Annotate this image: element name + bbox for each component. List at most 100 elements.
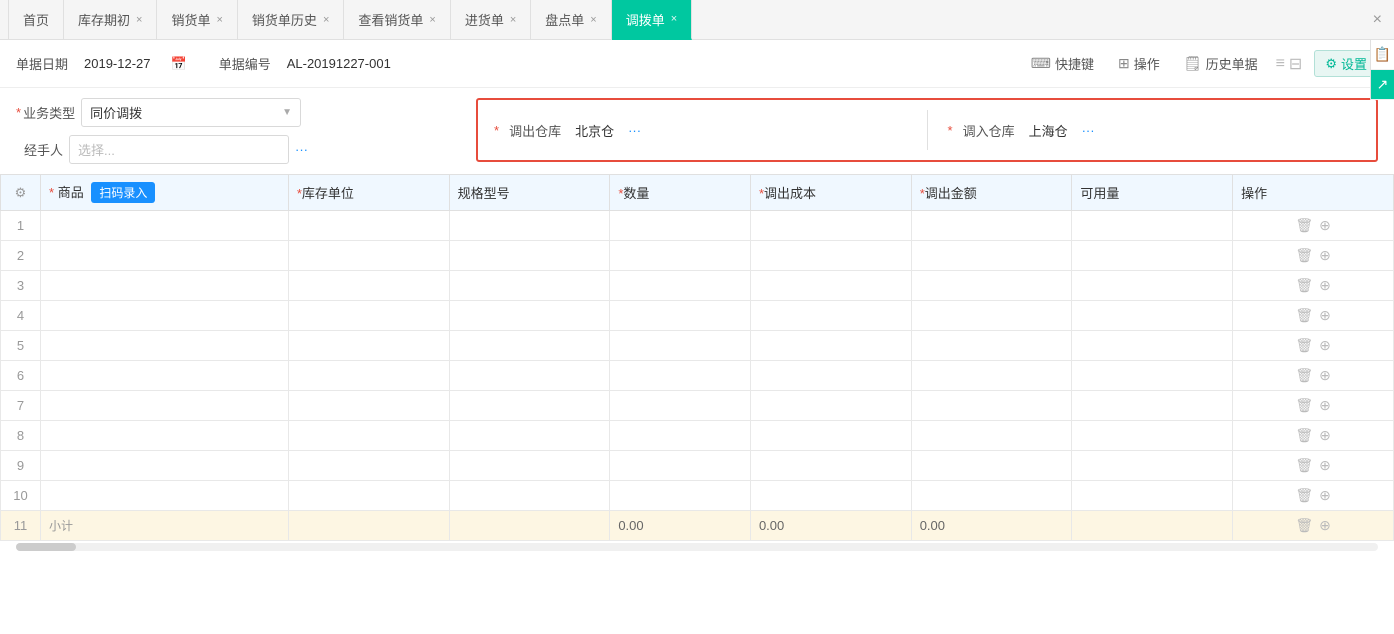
qty-cell-1[interactable]	[610, 211, 751, 241]
qty-cell-9[interactable]	[610, 451, 751, 481]
delete-row-icon[interactable]: 🗑	[1295, 217, 1313, 234]
amount-cell-7[interactable]	[911, 391, 1072, 421]
tab-sales-history[interactable]: 销货单历史 ×	[238, 0, 344, 40]
sidebar-expand-icon[interactable]: ↗	[1371, 70, 1394, 100]
unit-cell-10[interactable]	[288, 481, 449, 511]
delete-row-icon[interactable]: 🗑	[1295, 307, 1313, 324]
amount-cell-8[interactable]	[911, 421, 1072, 451]
qty-cell-8[interactable]	[610, 421, 751, 451]
transfer-in-value[interactable]: 上海仓	[1029, 121, 1068, 140]
amount-cell-6[interactable]	[911, 361, 1072, 391]
product-cell-5[interactable]	[41, 331, 289, 361]
person-more-button[interactable]: ···	[295, 142, 308, 157]
delete-row-icon[interactable]: 🗑	[1295, 457, 1313, 474]
tab-transfer[interactable]: 调拨单 ×	[612, 0, 692, 40]
tab-view-sales[interactable]: 查看销货单 ×	[344, 0, 450, 40]
product-cell-6[interactable]	[41, 361, 289, 391]
unit-cell-6[interactable]	[288, 361, 449, 391]
close-icon[interactable]: ×	[136, 14, 142, 26]
tab-inventory-init[interactable]: 库存期初 ×	[64, 0, 157, 40]
spec-cell-3[interactable]	[449, 271, 610, 301]
product-cell-10[interactable]	[41, 481, 289, 511]
delete-row-icon[interactable]: 🗑	[1295, 367, 1313, 384]
cost-cell-5[interactable]	[750, 331, 911, 361]
spec-cell-4[interactable]	[449, 301, 610, 331]
spec-cell-10[interactable]	[449, 481, 610, 511]
qty-cell-6[interactable]	[610, 361, 751, 391]
unit-cell-2[interactable]	[288, 241, 449, 271]
qty-cell-3[interactable]	[610, 271, 751, 301]
cost-cell-3[interactable]	[750, 271, 911, 301]
tab-sales-order[interactable]: 销货单 ×	[157, 0, 237, 40]
product-cell-9[interactable]	[41, 451, 289, 481]
add-row-icon[interactable]: ⊕	[1319, 277, 1331, 294]
layout-icon-1[interactable]: ≡	[1276, 55, 1285, 73]
unit-cell-1[interactable]	[288, 211, 449, 241]
add-row-icon[interactable]: ⊕	[1319, 367, 1331, 384]
product-cell-8[interactable]	[41, 421, 289, 451]
history-button[interactable]: 🗒 历史单据	[1178, 52, 1264, 75]
cost-cell-8[interactable]	[750, 421, 911, 451]
product-cell-4[interactable]	[41, 301, 289, 331]
col-header-gear[interactable]: ⚙	[1, 175, 41, 211]
close-icon[interactable]: ×	[510, 14, 516, 26]
add-row-icon[interactable]: ⊕	[1319, 247, 1331, 264]
unit-cell-7[interactable]	[288, 391, 449, 421]
add-row-icon[interactable]: ⊕	[1319, 427, 1331, 444]
close-icon[interactable]: ×	[323, 14, 329, 26]
qty-cell-4[interactable]	[610, 301, 751, 331]
sidebar-doc-icon[interactable]: 📋	[1371, 40, 1394, 70]
biz-type-select[interactable]: 同价调拨 ▼	[81, 98, 301, 127]
layout-icon-2[interactable]: ⊟	[1289, 54, 1302, 74]
delete-icon[interactable]: 🗑	[1295, 517, 1313, 534]
close-icon[interactable]: ×	[590, 14, 596, 26]
transfer-out-value[interactable]: 北京仓	[575, 121, 614, 140]
transfer-out-more-button[interactable]: ···	[628, 123, 641, 138]
add-row-icon[interactable]: ⊕	[1319, 487, 1331, 504]
unit-cell-3[interactable]	[288, 271, 449, 301]
amount-cell-2[interactable]	[911, 241, 1072, 271]
settings-button[interactable]: ⚙ 设置	[1314, 50, 1378, 77]
add-row-icon[interactable]: ⊕	[1319, 217, 1331, 234]
cost-cell-2[interactable]	[750, 241, 911, 271]
delete-row-icon[interactable]: 🗑	[1295, 397, 1313, 414]
copy-icon[interactable]: ⊕	[1319, 517, 1331, 534]
cost-cell-7[interactable]	[750, 391, 911, 421]
add-row-icon[interactable]: ⊕	[1319, 457, 1331, 474]
spec-cell-7[interactable]	[449, 391, 610, 421]
window-close-button[interactable]: ×	[1373, 11, 1382, 29]
qty-cell-10[interactable]	[610, 481, 751, 511]
unit-cell-8[interactable]	[288, 421, 449, 451]
delete-row-icon[interactable]: 🗑	[1295, 487, 1313, 504]
cost-cell-9[interactable]	[750, 451, 911, 481]
operations-button[interactable]: ⊞ 操作	[1112, 52, 1166, 75]
cost-cell-1[interactable]	[750, 211, 911, 241]
unit-cell-4[interactable]	[288, 301, 449, 331]
spec-cell-5[interactable]	[449, 331, 610, 361]
amount-cell-1[interactable]	[911, 211, 1072, 241]
unit-cell-5[interactable]	[288, 331, 449, 361]
add-row-icon[interactable]: ⊕	[1319, 397, 1331, 414]
close-icon[interactable]: ×	[216, 14, 222, 26]
add-row-icon[interactable]: ⊕	[1319, 307, 1331, 324]
amount-cell-9[interactable]	[911, 451, 1072, 481]
product-cell-1[interactable]	[41, 211, 289, 241]
spec-cell-2[interactable]	[449, 241, 610, 271]
product-cell-2[interactable]	[41, 241, 289, 271]
close-icon[interactable]: ×	[671, 13, 677, 25]
tab-home[interactable]: 首页	[8, 0, 64, 40]
amount-cell-3[interactable]	[911, 271, 1072, 301]
tab-purchase[interactable]: 进货单 ×	[451, 0, 531, 40]
qty-cell-7[interactable]	[610, 391, 751, 421]
cost-cell-10[interactable]	[750, 481, 911, 511]
delete-row-icon[interactable]: 🗑	[1295, 427, 1313, 444]
spec-cell-6[interactable]	[449, 361, 610, 391]
close-icon[interactable]: ×	[429, 14, 435, 26]
amount-cell-5[interactable]	[911, 331, 1072, 361]
tab-inventory-check[interactable]: 盘点单 ×	[531, 0, 611, 40]
person-select[interactable]: 选择...	[69, 135, 289, 164]
product-cell-7[interactable]	[41, 391, 289, 421]
qty-cell-2[interactable]	[610, 241, 751, 271]
unit-cell-9[interactable]	[288, 451, 449, 481]
qty-cell-5[interactable]	[610, 331, 751, 361]
